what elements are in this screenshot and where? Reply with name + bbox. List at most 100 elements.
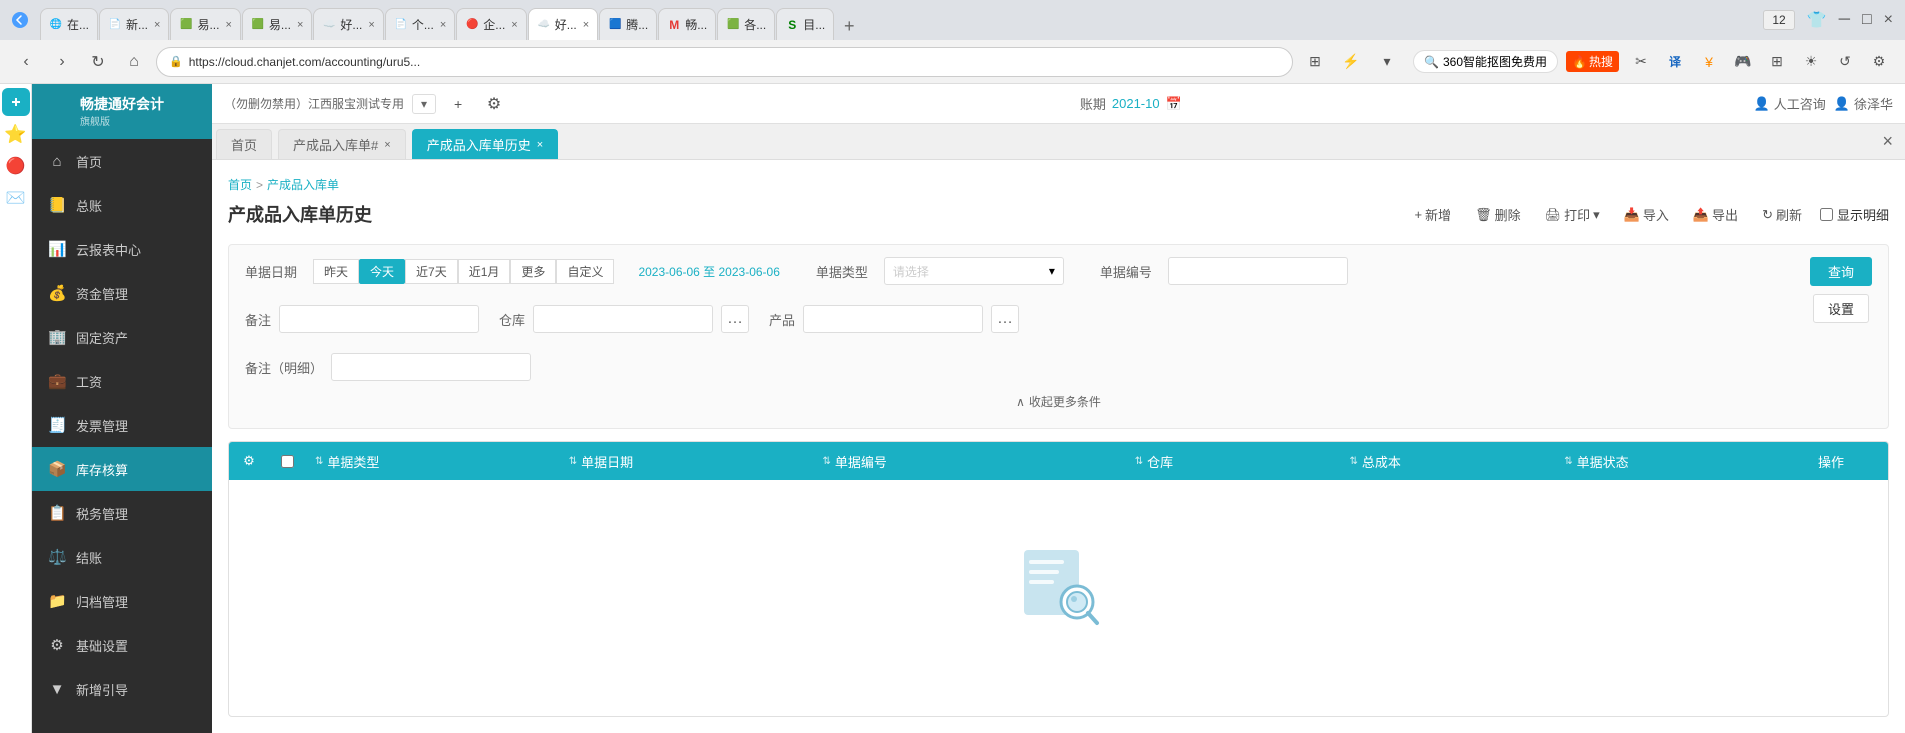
th-checkbox[interactable] bbox=[269, 455, 305, 468]
export-button[interactable]: 📤 导出 bbox=[1687, 201, 1744, 228]
warehouse-browse-button[interactable]: … bbox=[721, 305, 749, 333]
sidebar-item-assets[interactable]: 🏢 固定资产 bbox=[32, 315, 212, 359]
display-detail-checkbox[interactable] bbox=[1820, 208, 1833, 221]
warehouse-input[interactable] bbox=[533, 305, 713, 333]
voucher-type-select[interactable]: 请选择 ▾ bbox=[884, 257, 1064, 285]
collapse-button[interactable]: ∧ 收起更多条件 bbox=[1016, 387, 1101, 416]
tab-close-3[interactable]: × bbox=[225, 19, 231, 31]
tab-close-6[interactable]: × bbox=[440, 19, 446, 31]
page-tab-list-close[interactable]: × bbox=[384, 139, 390, 151]
th-cost[interactable]: ⇅ 总成本 bbox=[1339, 452, 1554, 471]
tab-close-2[interactable]: × bbox=[154, 19, 160, 31]
apps-grid-button[interactable]: ⊞ bbox=[1763, 48, 1791, 76]
sidebar-item-basic[interactable]: ⚙ 基础设置 bbox=[32, 623, 212, 667]
date-btn-yesterday[interactable]: 昨天 bbox=[313, 259, 359, 284]
app-icon-main[interactable] bbox=[2, 88, 30, 116]
sidebar-item-archive[interactable]: 📁 归档管理 bbox=[32, 579, 212, 623]
app-icon-star[interactable]: ⭐ bbox=[2, 120, 30, 148]
filter-settings-button[interactable]: 设置 bbox=[1813, 294, 1869, 323]
browser-tab-5[interactable]: ☁️ 好... × bbox=[313, 8, 383, 40]
product-browse-button[interactable]: … bbox=[991, 305, 1019, 333]
detail-note-input[interactable] bbox=[331, 353, 531, 381]
close-window-button[interactable]: × bbox=[1884, 11, 1893, 29]
sidebar-item-tax[interactable]: 📋 税务管理 bbox=[32, 491, 212, 535]
add-button[interactable]: + 新增 bbox=[1408, 201, 1457, 228]
scissors-button[interactable]: ✂ bbox=[1627, 48, 1655, 76]
company-select[interactable]: ▾ bbox=[412, 94, 436, 114]
browser-tab-11[interactable]: 🟩 各... bbox=[717, 8, 775, 40]
browser-tab-7[interactable]: 🔴 企... × bbox=[456, 8, 526, 40]
brightness-button[interactable]: ☀ bbox=[1797, 48, 1825, 76]
sidebar-item-reports[interactable]: 📊 云报表中心 bbox=[32, 227, 212, 271]
page-tab-history-close[interactable]: × bbox=[537, 139, 543, 151]
sidebar-item-settle[interactable]: ⚖️ 结账 bbox=[32, 535, 212, 579]
browser-tab-4[interactable]: 🟩 易... × bbox=[242, 8, 312, 40]
th-warehouse[interactable]: ⇅ 仓库 bbox=[1125, 452, 1340, 471]
dropdown-button[interactable]: ▾ bbox=[1373, 48, 1401, 76]
th-settings[interactable]: ⚙ bbox=[229, 453, 269, 469]
translate-button[interactable]: 译 bbox=[1661, 48, 1689, 76]
lightning-button[interactable]: ⚡ bbox=[1337, 48, 1365, 76]
browser-tab-12[interactable]: S 目... bbox=[776, 8, 834, 40]
note-input[interactable] bbox=[279, 305, 479, 333]
query-button[interactable]: 查询 bbox=[1810, 257, 1872, 286]
game-button[interactable]: 🎮 bbox=[1729, 48, 1757, 76]
breadcrumb-list[interactable]: 产成品入库单 bbox=[267, 176, 339, 193]
date-btn-today[interactable]: 今天 bbox=[359, 259, 405, 284]
product-input[interactable] bbox=[803, 305, 983, 333]
back-nav-icon[interactable] bbox=[0, 0, 40, 40]
th-date[interactable]: ⇅ 单据日期 bbox=[559, 452, 813, 471]
app-icon-mail[interactable]: ✉️ bbox=[2, 184, 30, 212]
voucher-number-input[interactable] bbox=[1168, 257, 1348, 285]
select-all-checkbox[interactable] bbox=[281, 455, 294, 468]
date-btn-more[interactable]: 更多 bbox=[510, 259, 556, 284]
back-button[interactable]: ‹ bbox=[12, 48, 40, 76]
user-profile-button[interactable]: 👤 徐泽华 bbox=[1834, 94, 1893, 113]
sidebar-item-funds[interactable]: 💰 资金管理 bbox=[32, 271, 212, 315]
browser-tab-2[interactable]: 📄 新... × bbox=[99, 8, 169, 40]
th-status[interactable]: ⇅ 单据状态 bbox=[1554, 452, 1808, 471]
add-company-button[interactable]: + bbox=[444, 90, 472, 118]
sidebar-item-home[interactable]: ⌂ 首页 bbox=[32, 139, 212, 183]
browser-tab-3[interactable]: 🟩 易... × bbox=[170, 8, 240, 40]
page-tab-product-history[interactable]: 产成品入库单历史 × bbox=[412, 129, 558, 159]
calendar-icon[interactable]: 📅 bbox=[1166, 96, 1182, 112]
sidebar-item-ledger[interactable]: 📒 总账 bbox=[32, 183, 212, 227]
reload-button[interactable]: ↻ bbox=[84, 48, 112, 76]
date-btn-week[interactable]: 近7天 bbox=[405, 259, 458, 284]
display-detail-toggle[interactable]: 显示明细 bbox=[1820, 205, 1889, 224]
th-number[interactable]: ⇅ 单据编号 bbox=[813, 452, 1125, 471]
consult-button[interactable]: 👤 人工咨询 bbox=[1754, 94, 1826, 113]
date-btn-custom[interactable]: 自定义 bbox=[556, 259, 614, 284]
page-tab-home[interactable]: 首页 bbox=[216, 129, 272, 159]
browser-tab-9[interactable]: 🟦 腾... bbox=[599, 8, 657, 40]
sidebar-item-inventory[interactable]: 📦 库存核算 bbox=[32, 447, 212, 491]
browser-tab-10[interactable]: M 畅... bbox=[658, 8, 716, 40]
forward-button[interactable]: › bbox=[48, 48, 76, 76]
minimize-button[interactable]: ─ bbox=[1839, 11, 1850, 29]
maximize-button[interactable]: □ bbox=[1862, 11, 1872, 29]
tab-close-5[interactable]: × bbox=[368, 19, 374, 31]
browser-tab-6[interactable]: 📄 个... × bbox=[385, 8, 455, 40]
refresh-button[interactable]: ↺ bbox=[1831, 48, 1859, 76]
date-btn-month[interactable]: 近1月 bbox=[458, 259, 511, 284]
app-icon-weibo[interactable]: 🔴 bbox=[2, 152, 30, 180]
print-button[interactable]: 🖨 打印 ▾ bbox=[1539, 201, 1606, 228]
hot-search-badge[interactable]: 🔥 热搜 bbox=[1566, 51, 1619, 72]
sidebar-item-salary[interactable]: 💼 工资 bbox=[32, 359, 212, 403]
import-button[interactable]: 📥 导入 bbox=[1618, 201, 1675, 228]
breadcrumb-home[interactable]: 首页 bbox=[228, 176, 252, 193]
tab-close-4[interactable]: × bbox=[297, 19, 303, 31]
browser-tab-8[interactable]: ☁️ 好... × bbox=[528, 8, 598, 40]
new-tab-button[interactable]: + bbox=[835, 12, 863, 40]
url-bar[interactable]: 🔒 https://cloud.chanjet.com/accounting/u… bbox=[156, 47, 1293, 77]
close-sidebar-button[interactable]: × bbox=[1870, 123, 1905, 159]
sidebar-item-invoice[interactable]: 🧾 发票管理 bbox=[32, 403, 212, 447]
wallet-button[interactable]: ¥ bbox=[1695, 48, 1723, 76]
browser-tab-1[interactable]: 🌐 在... bbox=[40, 8, 98, 40]
search-extension[interactable]: 🔍 360智能抠图免费用 bbox=[1413, 50, 1558, 73]
browser-settings-button[interactable]: ⚙ bbox=[1865, 48, 1893, 76]
grid-button[interactable]: ⊞ bbox=[1301, 48, 1329, 76]
tab-close-7[interactable]: × bbox=[511, 19, 517, 31]
sidebar-item-more[interactable]: ▼ 新增引导 bbox=[32, 667, 212, 711]
